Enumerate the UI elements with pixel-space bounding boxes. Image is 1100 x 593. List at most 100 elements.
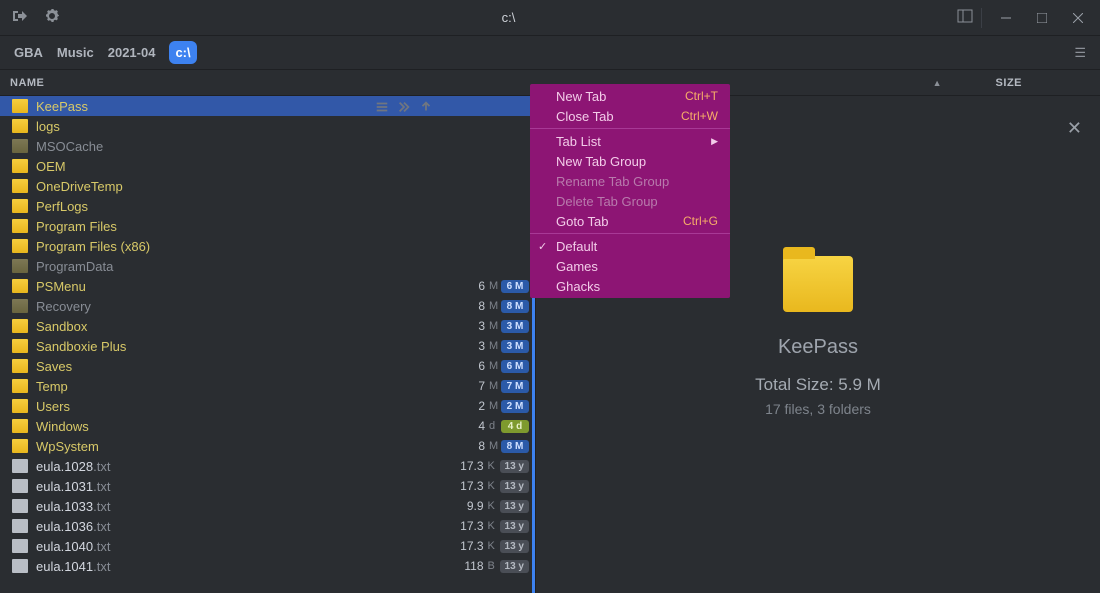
folder-row[interactable]: Saves6M6 M — [0, 356, 535, 376]
age-badge: 13 y — [500, 540, 529, 553]
folder-row[interactable]: Sandbox3M3 M — [0, 316, 535, 336]
menu-item-goto-tab[interactable]: Goto TabCtrl+G — [530, 211, 730, 231]
file-name: Sandboxie Plus — [36, 339, 427, 354]
folder-row[interactable]: Windows4d4 d — [0, 416, 535, 436]
age-badge: 7 M — [501, 380, 529, 393]
menu-item-close-tab[interactable]: Close TabCtrl+W — [530, 106, 730, 126]
file-size-unit: B — [488, 560, 500, 572]
age-badge: 13 y — [500, 460, 529, 473]
file-size-unit: d — [489, 420, 501, 432]
file-name: eula.1041.txt — [36, 559, 426, 574]
folder-row[interactable]: Program Files (x86) — [0, 236, 535, 256]
breadcrumb-expand-icon[interactable] — [397, 100, 411, 117]
file-size: 17.3 — [426, 479, 488, 493]
folder-icon — [12, 279, 28, 293]
folder-row[interactable]: WpSystem8M8 M — [0, 436, 535, 456]
file-size-unit: K — [488, 520, 500, 532]
file-size: 7 — [427, 379, 489, 393]
folder-row[interactable]: MSOCache — [0, 136, 535, 156]
folder-icon — [12, 439, 28, 453]
file-name: eula.1040.txt — [36, 539, 426, 554]
maximize-button[interactable] — [1026, 4, 1058, 32]
file-name: Sandbox — [36, 319, 427, 334]
file-size-unit: M — [489, 340, 501, 352]
file-row[interactable]: eula.1036.txt17.3K13 y — [0, 516, 535, 536]
file-icon — [12, 499, 28, 513]
exit-icon[interactable] — [12, 8, 28, 27]
file-name: Saves — [36, 359, 427, 374]
folder-row[interactable]: PerfLogs — [0, 196, 535, 216]
folder-row[interactable]: logs — [0, 116, 535, 136]
file-row[interactable]: eula.1041.txt118B13 y — [0, 556, 535, 576]
menu-item-default[interactable]: ✓Default — [530, 236, 730, 256]
file-size: 6 — [427, 359, 489, 373]
minimize-button[interactable] — [990, 4, 1022, 32]
file-size: 8 — [427, 439, 489, 453]
sort-asc-icon[interactable]: ▲ — [933, 78, 942, 88]
file-size-unit: M — [489, 280, 501, 292]
folder-row[interactable]: OEM — [0, 156, 535, 176]
file-list-pane: KeePass logsMSOCacheOEMOneDriveTempPerfLo… — [0, 96, 535, 593]
file-name: Temp — [36, 379, 427, 394]
breadcrumb-controls — [375, 100, 433, 117]
file-size-unit: K — [488, 460, 500, 472]
file-size: 8 — [427, 299, 489, 313]
close-button[interactable] — [1062, 4, 1094, 32]
folder-icon — [12, 379, 28, 393]
menu-item-new-tab[interactable]: New TabCtrl+T — [530, 86, 730, 106]
preview-size: Total Size: 5.9 M — [755, 375, 881, 395]
file-size: 3 — [427, 339, 489, 353]
folder-icon — [12, 339, 28, 353]
column-size-header[interactable]: SIZE — [966, 77, 1032, 89]
folder-icon — [12, 159, 28, 173]
file-icon — [12, 539, 28, 553]
folder-row[interactable]: ProgramData — [0, 256, 535, 276]
tab-c-[interactable]: c:\ — [169, 41, 196, 64]
preview-close-button[interactable]: ✕ — [1067, 118, 1082, 139]
file-name: ProgramData — [36, 259, 427, 274]
age-badge: 13 y — [500, 560, 529, 573]
folder-icon — [12, 199, 28, 213]
preview-name: KeePass — [778, 336, 858, 359]
folder-row[interactable]: Temp7M7 M — [0, 376, 535, 396]
gear-icon[interactable] — [44, 8, 60, 27]
folder-row[interactable]: Sandboxie Plus3M3 M — [0, 336, 535, 356]
folder-icon — [12, 319, 28, 333]
file-name: eula.1033.txt — [36, 499, 426, 514]
file-icon — [12, 459, 28, 473]
file-row[interactable]: eula.1033.txt9.9K13 y — [0, 496, 535, 516]
age-badge: 6 M — [501, 360, 529, 373]
folder-row[interactable]: Users2M2 M — [0, 396, 535, 416]
folder-row[interactable]: OneDriveTemp — [0, 176, 535, 196]
folder-row[interactable]: Program Files — [0, 216, 535, 236]
folder-row[interactable]: Recovery8M8 M — [0, 296, 535, 316]
tab-music[interactable]: Music — [57, 45, 94, 60]
menu-item-tab-list[interactable]: Tab List▶ — [530, 131, 730, 151]
menu-item-new-tab-group[interactable]: New Tab Group — [530, 151, 730, 171]
tab-menu-icon[interactable]: ☰ — [1074, 45, 1086, 61]
file-size: 2 — [427, 399, 489, 413]
menu-item-ghacks[interactable]: Ghacks — [530, 276, 730, 296]
tab-2021-04[interactable]: 2021-04 — [108, 45, 156, 60]
file-name: eula.1028.txt — [36, 459, 426, 474]
menu-item-games[interactable]: Games — [530, 256, 730, 276]
file-size-unit: M — [489, 400, 501, 412]
breadcrumb-menu-icon[interactable] — [375, 100, 389, 117]
age-badge: 3 M — [501, 320, 529, 333]
age-badge: 13 y — [500, 480, 529, 493]
tab-gba[interactable]: GBA — [14, 45, 43, 60]
menu-item-delete-tab-group: Delete Tab Group — [530, 191, 730, 211]
column-name-header[interactable]: NAME — [10, 77, 44, 89]
folder-row[interactable]: KeePass — [0, 96, 535, 116]
file-row[interactable]: eula.1031.txt17.3K13 y — [0, 476, 535, 496]
file-name: KeePass — [36, 99, 427, 114]
panel-toggle-icon[interactable] — [957, 8, 973, 27]
file-icon — [12, 559, 28, 573]
preview-meta: 17 files, 3 folders — [765, 401, 871, 417]
folder-row[interactable]: PSMenu6M6 M — [0, 276, 535, 296]
breadcrumb-up-icon[interactable] — [419, 100, 433, 117]
file-row[interactable]: eula.1040.txt17.3K13 y — [0, 536, 535, 556]
file-row[interactable]: eula.1028.txt17.3K13 y — [0, 456, 535, 476]
file-name: eula.1036.txt — [36, 519, 426, 534]
file-size-unit: M — [489, 320, 501, 332]
